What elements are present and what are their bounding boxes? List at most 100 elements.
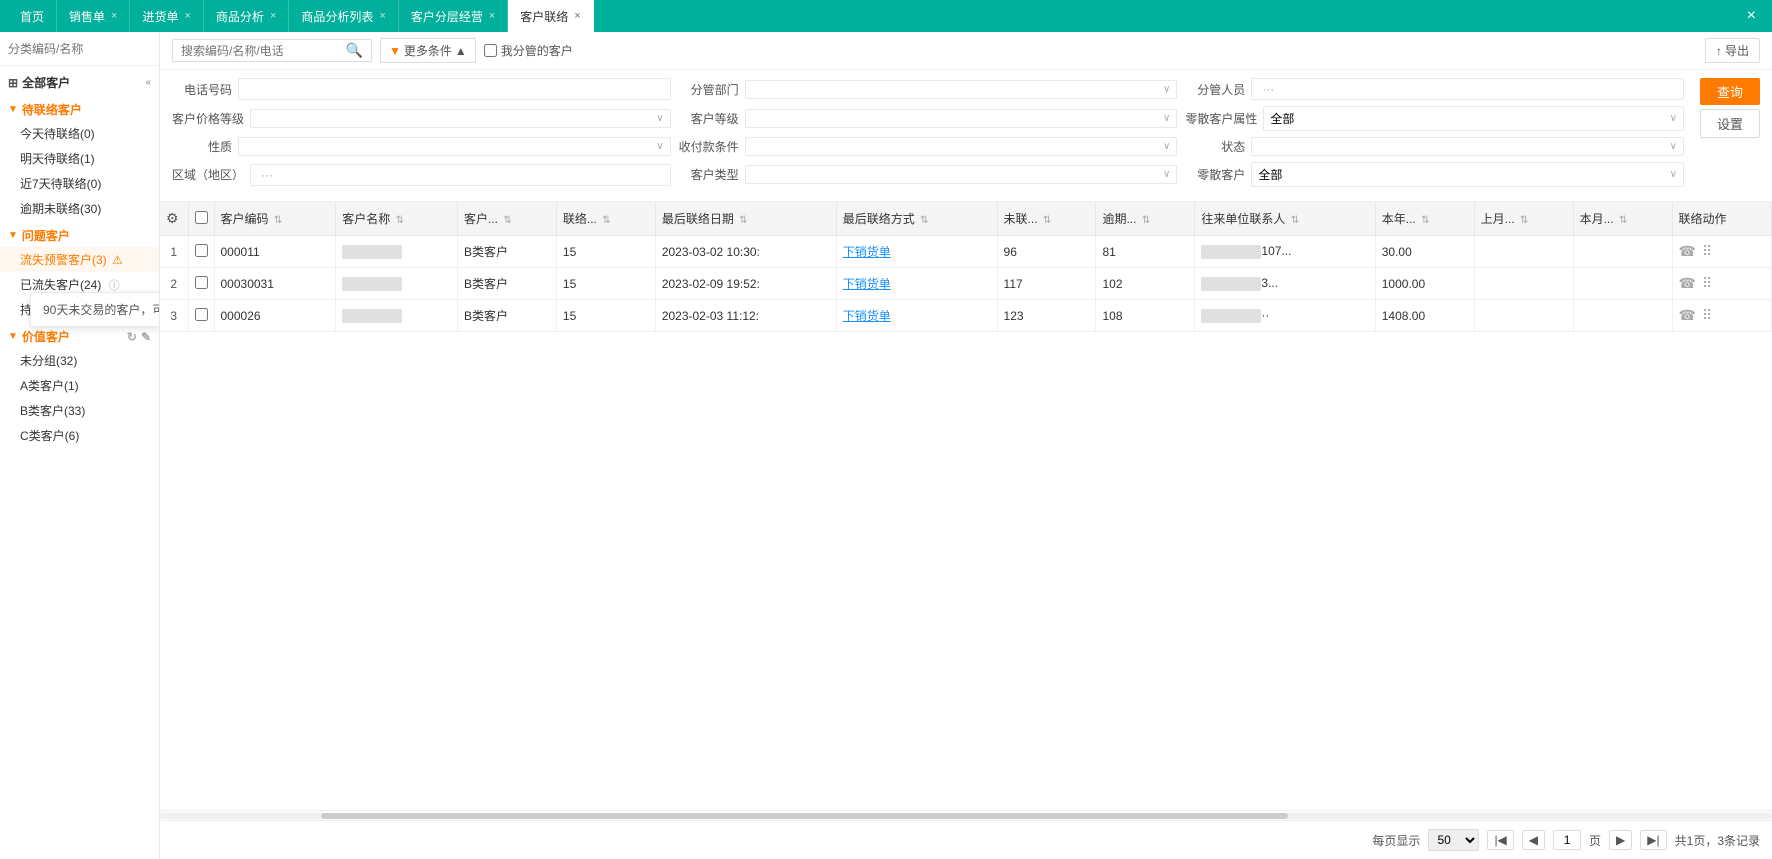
sidebar-search-input[interactable] bbox=[8, 42, 160, 56]
col-header-overdue[interactable]: 逾期... ⇅ bbox=[1096, 202, 1195, 236]
row-name bbox=[336, 300, 458, 332]
page-size-select[interactable]: 50 100 200 bbox=[1428, 829, 1479, 851]
grade-select[interactable]: ∨ bbox=[745, 109, 1178, 128]
row-last-contact-method[interactable]: 下销货单 bbox=[836, 236, 997, 268]
payment-select[interactable]: ∨ bbox=[745, 137, 1178, 156]
horizontal-scrollbar[interactable] bbox=[160, 810, 1772, 820]
row-last-contact-method[interactable]: 下销货单 bbox=[836, 268, 997, 300]
col-header-unit-contact[interactable]: 往来单位联系人 ⇅ bbox=[1195, 202, 1375, 236]
sidebar-group-pending[interactable]: ▼ 待联络客户 bbox=[0, 95, 159, 121]
last-page-button[interactable]: ▶| bbox=[1640, 830, 1666, 850]
close-icon[interactable]: × bbox=[111, 10, 117, 22]
page-number-input[interactable] bbox=[1553, 830, 1581, 850]
contact-method-link[interactable]: 下销货单 bbox=[843, 309, 891, 323]
export-button[interactable]: ↑ 导出 bbox=[1705, 38, 1760, 63]
close-all-button[interactable]: × bbox=[1739, 7, 1764, 25]
sidebar-item-7days[interactable]: 近7天待联络(0) bbox=[0, 171, 159, 196]
prev-page-button[interactable]: ◀ bbox=[1522, 830, 1545, 850]
contact-method-link[interactable]: 下销货单 bbox=[843, 245, 891, 259]
nav-tab-sales[interactable]: 销售单 × bbox=[57, 0, 130, 32]
settings-col-header[interactable]: ⚙ bbox=[160, 202, 188, 236]
first-page-button[interactable]: |◀ bbox=[1487, 830, 1513, 850]
col-header-last-month[interactable]: 上月... ⇅ bbox=[1474, 202, 1573, 236]
customer-type-select[interactable]: ∨ bbox=[745, 165, 1178, 184]
my-customers-checkbox[interactable] bbox=[484, 44, 497, 57]
scrollbar-thumb[interactable] bbox=[321, 813, 1288, 819]
col-header-last-contact-method[interactable]: 最后联络方式 ⇅ bbox=[836, 202, 997, 236]
next-page-button[interactable]: ▶ bbox=[1609, 830, 1632, 850]
contact-icon[interactable]: ☎ bbox=[1679, 275, 1696, 292]
status-select[interactable]: ∨ bbox=[1251, 137, 1684, 156]
more-icon[interactable]: ⠿ bbox=[1702, 307, 1712, 324]
collapse-icon[interactable]: « bbox=[145, 77, 151, 88]
region-select[interactable]: ··· bbox=[250, 164, 671, 186]
dept-select[interactable]: ∨ bbox=[745, 80, 1178, 99]
close-icon[interactable]: × bbox=[574, 10, 580, 22]
close-icon[interactable]: × bbox=[270, 10, 276, 22]
sparse-attr-select[interactable]: 全部 ∨ bbox=[1263, 106, 1684, 131]
select-all-checkbox[interactable] bbox=[195, 211, 208, 224]
query-button[interactable]: 查询 bbox=[1700, 78, 1760, 105]
filter-search-icon[interactable]: 🔍 bbox=[346, 42, 363, 59]
price-grade-select[interactable]: ∨ bbox=[250, 109, 671, 128]
row-this-year: 30.00 bbox=[1375, 236, 1474, 268]
row-last-contact-method[interactable]: 下销货单 bbox=[836, 300, 997, 332]
nav-tab-analysis-list[interactable]: 商品分析列表 × bbox=[289, 0, 398, 32]
manager-select[interactable]: ··· bbox=[1251, 78, 1684, 100]
sparse-select[interactable]: 全部 ∨ bbox=[1251, 162, 1684, 187]
close-icon[interactable]: × bbox=[379, 10, 385, 22]
contact-icon[interactable]: ☎ bbox=[1679, 243, 1696, 260]
row-checkbox[interactable] bbox=[195, 276, 208, 289]
contact-method-link[interactable]: 下销货单 bbox=[843, 277, 891, 291]
sidebar-item-churn-warning[interactable]: 流失预警客户(3) ⚠ bbox=[0, 247, 159, 272]
my-customers-checkbox-label[interactable]: 我分管的客户 bbox=[484, 42, 573, 59]
settings-icon[interactable]: ⚙ bbox=[166, 210, 179, 226]
contact-icon[interactable]: ☎ bbox=[1679, 307, 1696, 324]
col-header-name[interactable]: 客户名称 ⇅ bbox=[336, 202, 458, 236]
filter-search-input[interactable] bbox=[181, 44, 346, 58]
sidebar-item-a-class[interactable]: A类客户(1) bbox=[0, 373, 159, 398]
nav-tab-customer-contact[interactable]: 客户联络 × bbox=[508, 0, 593, 32]
sidebar-item-c-class[interactable]: C类客户(6) bbox=[0, 423, 159, 448]
more-conditions-button[interactable]: ▼ 更多条件 ▲ bbox=[380, 38, 476, 63]
scrollbar-track[interactable] bbox=[160, 813, 1772, 819]
nav-tab-customer-tier[interactable]: 客户分层经营 × bbox=[399, 0, 508, 32]
nature-select[interactable]: ∨ bbox=[238, 137, 671, 156]
row-checkbox-cell[interactable] bbox=[188, 268, 214, 300]
close-icon[interactable]: × bbox=[489, 10, 495, 22]
blurred-unit bbox=[1201, 277, 1261, 291]
row-checkbox-cell[interactable] bbox=[188, 236, 214, 268]
col-header-type[interactable]: 客户... ⇅ bbox=[457, 202, 556, 236]
col-header-this-month[interactable]: 本月... ⇅ bbox=[1573, 202, 1672, 236]
sidebar-item-ungrouped[interactable]: 未分组(32) bbox=[0, 348, 159, 373]
col-header-contact-count[interactable]: 联络... ⇅ bbox=[556, 202, 655, 236]
nav-tab-analysis[interactable]: 商品分析 × bbox=[204, 0, 289, 32]
row-checkbox[interactable] bbox=[195, 244, 208, 257]
more-icon[interactable]: ⠿ bbox=[1702, 243, 1712, 260]
phone-input[interactable] bbox=[238, 78, 671, 100]
checkbox-col-header[interactable] bbox=[188, 202, 214, 236]
edit-icon[interactable]: ✎ bbox=[141, 330, 151, 344]
sidebar-item-overdue[interactable]: 逾期未联络(30) bbox=[0, 196, 159, 221]
refresh-icon[interactable]: ↻ bbox=[127, 330, 137, 344]
settings-button[interactable]: 设置 bbox=[1700, 109, 1760, 138]
col-header-last-contact-date[interactable]: 最后联络日期 ⇅ bbox=[655, 202, 836, 236]
manager-label: 分管人员 bbox=[1185, 81, 1245, 98]
arrow-icon: ▼ bbox=[8, 331, 18, 342]
dots-icon[interactable]: ··· bbox=[257, 168, 277, 182]
sidebar-item-b-class[interactable]: B类客户(33) bbox=[0, 398, 159, 423]
close-icon[interactable]: × bbox=[184, 10, 190, 22]
sidebar-item-tomorrow[interactable]: 明天待联络(1) bbox=[0, 146, 159, 171]
row-checkbox[interactable] bbox=[195, 308, 208, 321]
col-header-code[interactable]: 客户编码 ⇅ bbox=[214, 202, 336, 236]
nav-tab-home[interactable]: 首页 bbox=[8, 0, 57, 32]
more-icon[interactable]: ⠿ bbox=[1702, 275, 1712, 292]
row-checkbox-cell[interactable] bbox=[188, 300, 214, 332]
nav-tab-purchase[interactable]: 进货单 × bbox=[130, 0, 203, 32]
dots-icon[interactable]: ··· bbox=[1258, 82, 1278, 96]
col-header-uncontacted[interactable]: 未联... ⇅ bbox=[997, 202, 1096, 236]
col-header-this-year[interactable]: 本年... ⇅ bbox=[1375, 202, 1474, 236]
sidebar-group-problem[interactable]: ▼ 问题客户 bbox=[0, 221, 159, 247]
sidebar-item-today[interactable]: 今天待联络(0) bbox=[0, 121, 159, 146]
sidebar-root-label[interactable]: ⊞ 全部客户 « bbox=[0, 66, 159, 95]
